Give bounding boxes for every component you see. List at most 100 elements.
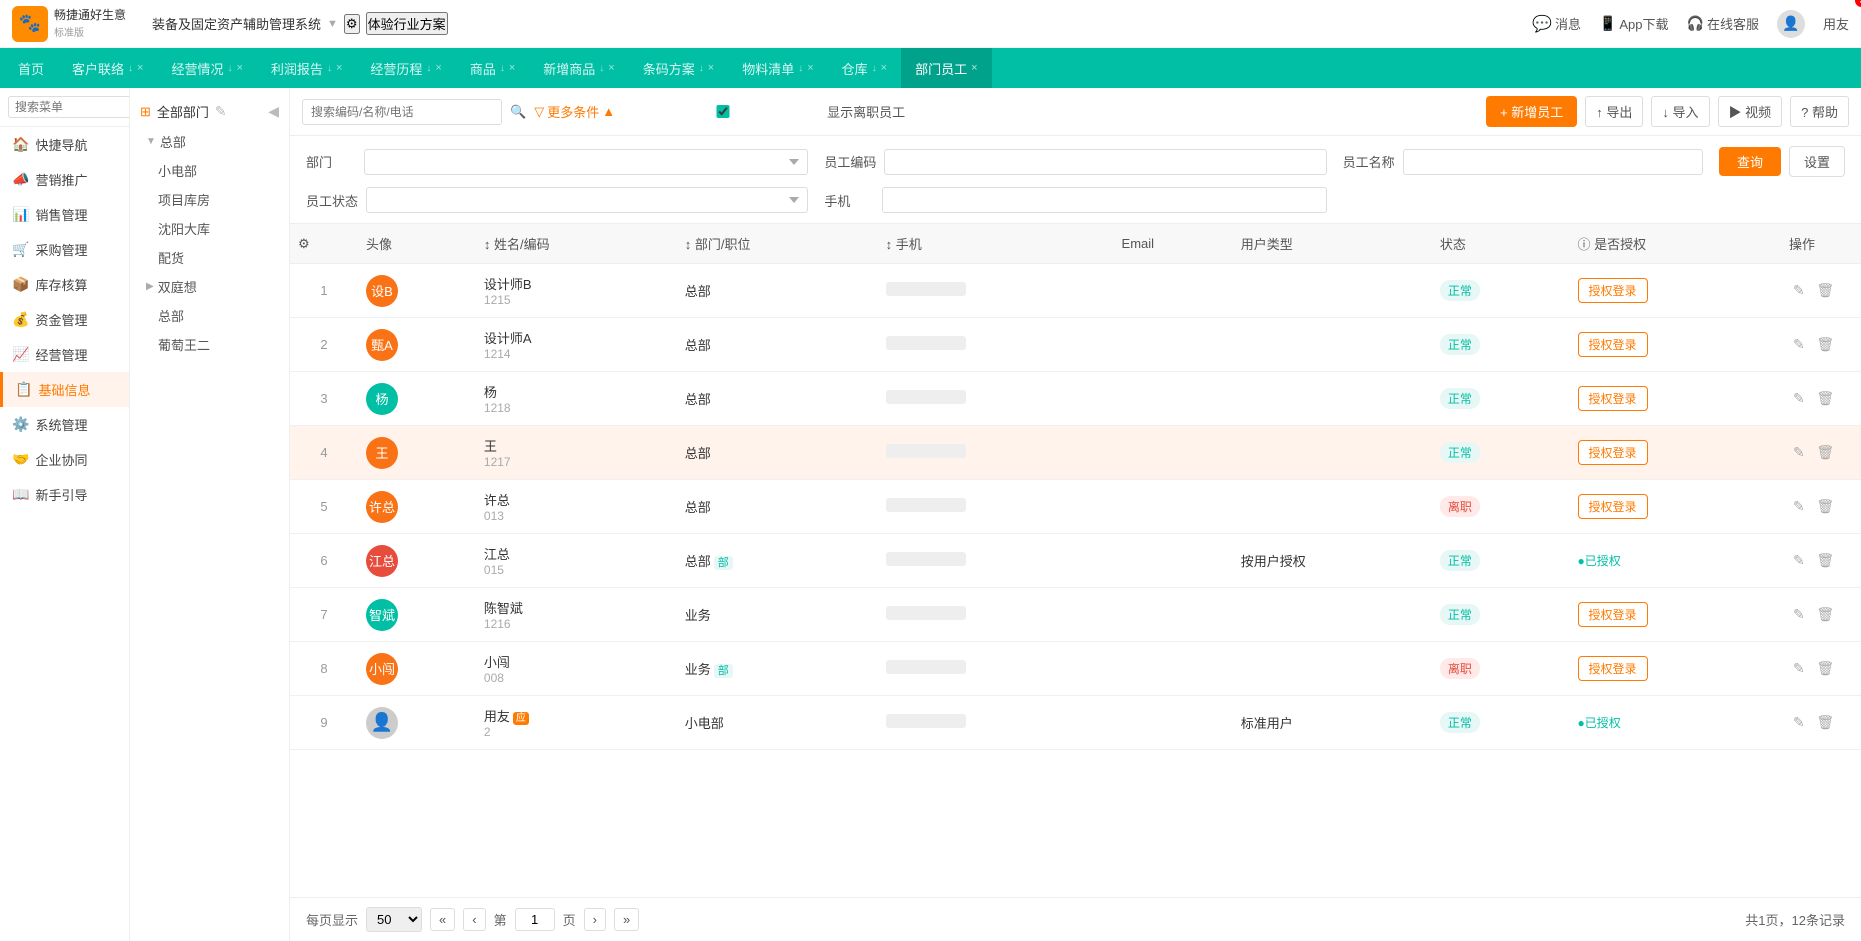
sidebar-item-system[interactable]: ⚙️ 系统管理 <box>0 407 129 442</box>
first-page-button[interactable]: « <box>430 908 455 931</box>
username-label[interactable]: 用友 <box>1823 14 1849 33</box>
help-button[interactable]: ? 帮助 <box>1790 96 1849 127</box>
sidebar-item-finance[interactable]: 💰 资金管理 <box>0 302 129 337</box>
last-page-button[interactable]: » <box>614 908 639 931</box>
query-button[interactable]: 查询 <box>1719 147 1781 176</box>
sidebar-item-operation[interactable]: 📈 经营管理 <box>0 337 129 372</box>
edit-button[interactable]: ✎ <box>1789 550 1809 570</box>
edit-button[interactable]: ✎ <box>1789 442 1809 462</box>
avatar: 👤 <box>366 707 398 739</box>
delete-button[interactable]: 🗑 <box>1812 550 1838 570</box>
auth-btn[interactable]: 授权登录 <box>1578 602 1648 627</box>
title-arrow[interactable]: ▼ <box>327 18 338 30</box>
pagination: 每页显示 50 100 « ‹ 第 页 › » 共1页，12条记录 <box>290 897 1861 941</box>
cell-avatar: 王 <box>358 426 476 480</box>
gear-button[interactable]: ⚙ <box>344 14 360 34</box>
tab-history[interactable]: 经营历程 ↓ × <box>356 48 455 88</box>
dept-item-zongbu2[interactable]: 总部 <box>130 301 289 330</box>
page-size-select[interactable]: 50 100 <box>366 907 422 932</box>
tab-warehouse[interactable]: 仓库 ↓ × <box>828 48 901 88</box>
sidebar-item-inventory[interactable]: 📦 库存核算 <box>0 267 129 302</box>
app-download-button[interactable]: 📱 App下载 <box>1599 14 1669 33</box>
phone-filter-input[interactable] <box>882 187 1326 213</box>
dept-item-shuangyue[interactable]: ▶ 双庭想 <box>130 272 289 301</box>
dept-item-zongbu[interactable]: ▼ 总部 <box>130 127 289 156</box>
finance-icon: 💰 <box>12 311 29 328</box>
page-input[interactable] <box>515 908 555 931</box>
name-filter-input[interactable] <box>1403 149 1703 175</box>
edit-button[interactable]: ✎ <box>1789 496 1809 516</box>
dept-item-project[interactable]: 项目库房 <box>130 185 289 214</box>
auth-btn[interactable]: 授权登录 <box>1578 440 1648 465</box>
more-conditions-btn[interactable]: ▽ 更多条件 ▲ <box>534 102 615 121</box>
auth-btn[interactable]: 授权登录 <box>1578 278 1648 303</box>
delete-button[interactable]: 🗑 <box>1812 712 1838 732</box>
online-service-button[interactable]: 🎧 在线客服 <box>1687 14 1759 33</box>
tab-home[interactable]: 首页 <box>4 48 58 88</box>
trial-button[interactable]: 体验行业方案 <box>366 12 448 35</box>
user-avatar[interactable]: 👤 <box>1777 10 1805 38</box>
sidebar-item-purchase[interactable]: 🛒 采购管理 <box>0 232 129 267</box>
sidebar-item-collab[interactable]: 🤝 企业协同 <box>0 442 129 477</box>
set-button[interactable]: 设置 <box>1789 146 1845 177</box>
delete-button[interactable]: 🗑 <box>1812 442 1838 462</box>
tab-goods[interactable]: 商品 ↓ × <box>456 48 529 88</box>
dept-edit-icon[interactable]: ✎ <box>215 103 227 120</box>
add-employee-button[interactable]: + 新增员工 <box>1486 96 1577 127</box>
col-settings[interactable]: ⚙ <box>290 224 358 264</box>
dept-item-putao[interactable]: 葡萄王二 <box>130 330 289 359</box>
show-resigned-checkbox[interactable]: 显示离职员工 <box>623 102 905 121</box>
dept-item-xiaodian[interactable]: 小电部 <box>130 156 289 185</box>
delete-button[interactable]: 🗑 <box>1812 658 1838 678</box>
edit-button[interactable]: ✎ <box>1789 334 1809 354</box>
cell-phone <box>878 372 1114 426</box>
auth-btn[interactable]: 授权登录 <box>1578 656 1648 681</box>
col-phone[interactable]: ↕ 手机 <box>878 224 1114 264</box>
dept-item-peihuo[interactable]: 配货 <box>130 243 289 272</box>
sidebar-item-marketing[interactable]: 📣 营销推广 <box>0 162 129 197</box>
delete-button[interactable]: 🗑 <box>1812 388 1838 408</box>
sidebar-search-input[interactable] <box>8 96 130 118</box>
col-dept[interactable]: ↕ 部门/职位 <box>677 224 878 264</box>
tab-barcode[interactable]: 条码方案 ↓ × <box>629 48 728 88</box>
code-filter-input[interactable] <box>884 149 1326 175</box>
dept-panel-header: ⊞ 全部部门 ✎ ◀ <box>130 96 289 127</box>
col-name[interactable]: ↕ 姓名/编码 <box>476 224 677 264</box>
dept-item-shenyang[interactable]: 沈阳大库 <box>130 214 289 243</box>
status-filter-select[interactable] <box>366 187 808 213</box>
dept-collapse-btn[interactable]: ◀ <box>268 103 279 120</box>
tab-addgoods[interactable]: 新增商品 ↓ × <box>529 48 628 88</box>
prev-page-button[interactable]: ‹ <box>463 908 485 931</box>
dept-filter-select[interactable] <box>364 149 808 175</box>
auth-btn[interactable]: 授权登录 <box>1578 386 1648 411</box>
auth-btn[interactable]: 授权登录 <box>1578 494 1648 519</box>
sidebar-item-basic[interactable]: 📋 基础信息 <box>0 372 129 407</box>
edit-button[interactable]: ✎ <box>1789 388 1809 408</box>
edit-button[interactable]: ✎ <box>1789 280 1809 300</box>
sidebar-item-guide[interactable]: 📖 新手引导 <box>0 477 129 512</box>
video-button[interactable]: ▶ 视频 <box>1718 96 1783 127</box>
delete-button[interactable]: 🗑 <box>1812 334 1838 354</box>
edit-button[interactable]: ✎ <box>1789 604 1809 624</box>
delete-button[interactable]: 🗑 <box>1812 604 1838 624</box>
delete-button[interactable]: 🗑 <box>1812 496 1838 516</box>
cell-phone <box>878 264 1114 318</box>
auth-btn[interactable]: 授权登录 <box>1578 332 1648 357</box>
sidebar-item-shortcut[interactable]: 🏠 快捷导航 <box>0 127 129 162</box>
search-input[interactable] <box>302 99 502 125</box>
tab-business[interactable]: 经营情况 ↓ × <box>157 48 256 88</box>
message-button[interactable]: 💬 消息 5 <box>1532 14 1581 34</box>
next-page-button[interactable]: › <box>584 908 606 931</box>
filter-actions: 查询 设置 <box>1719 146 1845 177</box>
tab-material[interactable]: 物料清单 ↓ × <box>728 48 827 88</box>
tab-customer[interactable]: 客户联络 ↓ × <box>58 48 157 88</box>
delete-button[interactable]: 🗑 <box>1812 280 1838 300</box>
tab-dept[interactable]: 部门员工 × <box>901 48 991 88</box>
edit-button[interactable]: ✎ <box>1789 658 1809 678</box>
logo-title: 畅捷通好生意 <box>54 8 126 24</box>
export-button[interactable]: ↑ 导出 <box>1585 96 1643 127</box>
edit-button[interactable]: ✎ <box>1789 712 1809 732</box>
sidebar-item-sales[interactable]: 📊 销售管理 <box>0 197 129 232</box>
tab-profit[interactable]: 利润报告 ↓ × <box>257 48 356 88</box>
import-button[interactable]: ↓ 导入 <box>1651 96 1709 127</box>
